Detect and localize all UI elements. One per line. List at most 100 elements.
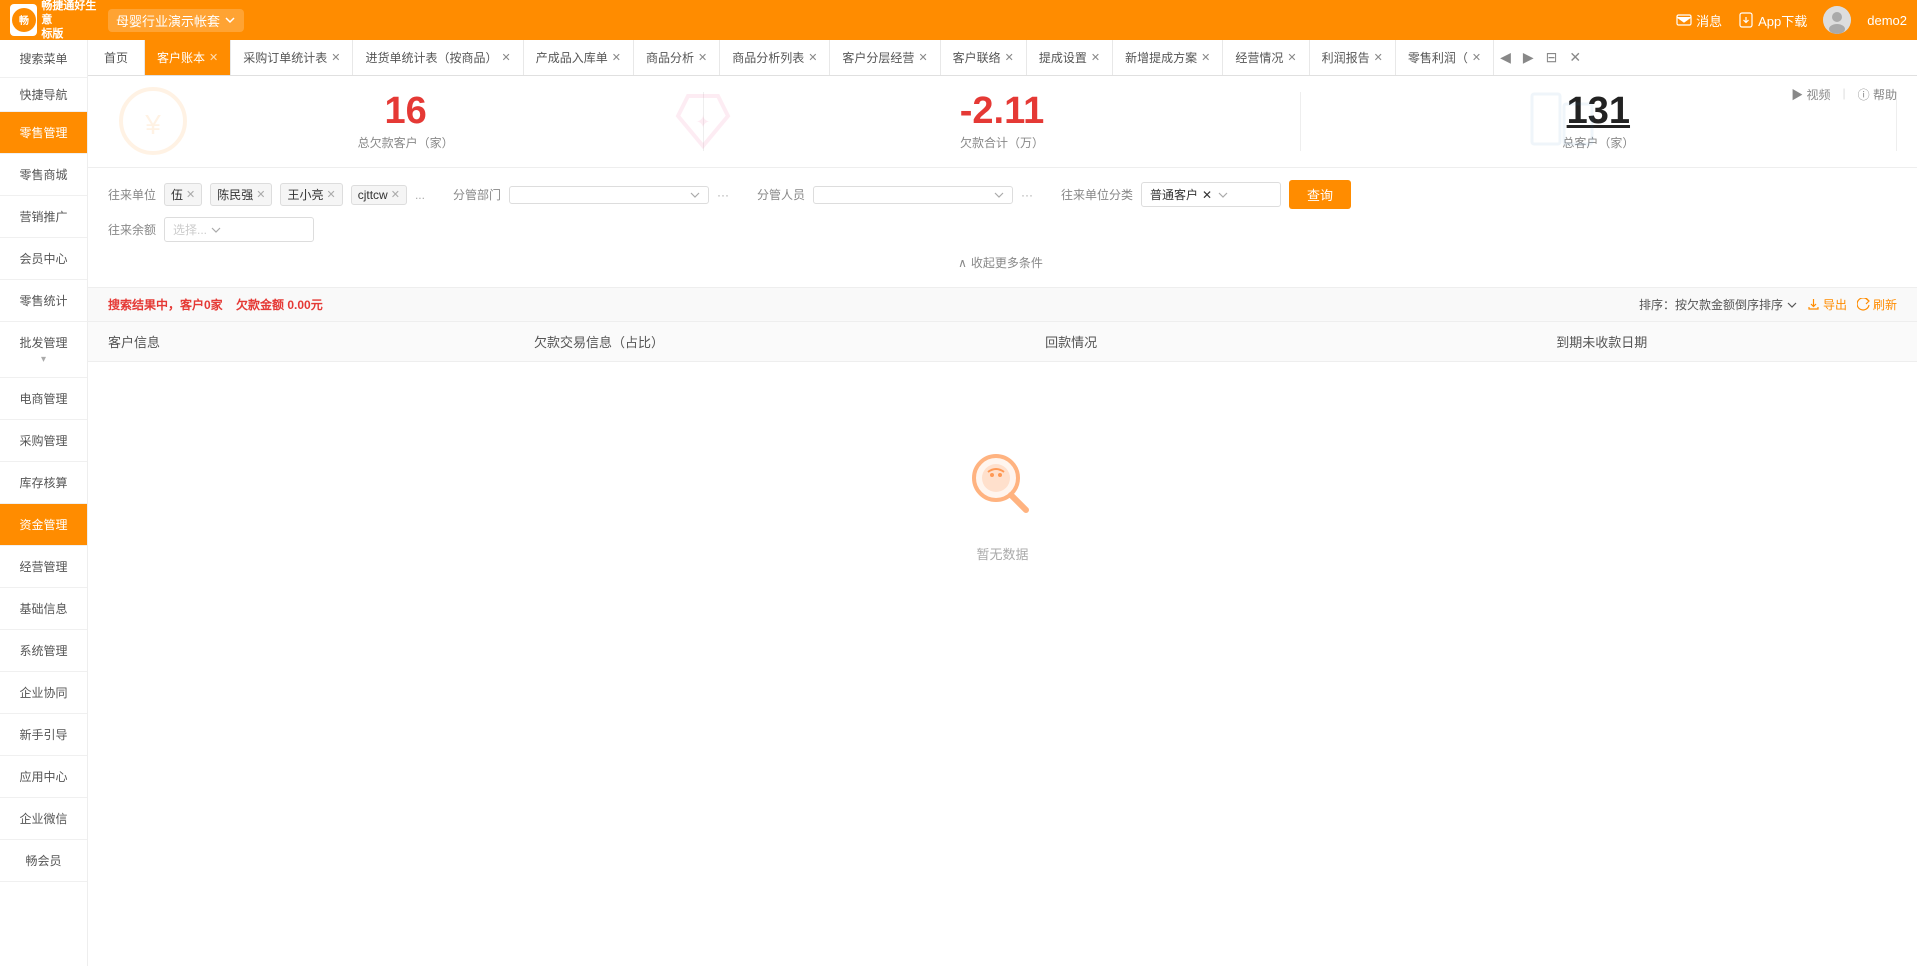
app-container: 畅 畅捷通好生意 标版 母婴行业演示帐套 消息 App下载 <box>0 0 1917 966</box>
remove-tag-2[interactable]: ✕ <box>327 188 336 201</box>
sidebar-item-inventory[interactable]: 库存核算 <box>0 462 87 504</box>
video-btn[interactable]: ▶ 视频 <box>1791 86 1830 103</box>
stats-help-area: ▶ 视频 | ⓘ 帮助 <box>1791 86 1897 103</box>
tab-purchase-order[interactable]: 采购订单统计表 ✕ <box>231 40 353 76</box>
top-bar-right: 消息 App下载 demo2 <box>1676 6 1907 34</box>
sidebar-search[interactable]: 搜索菜单 <box>0 40 87 78</box>
remove-tag-3[interactable]: ✕ <box>391 188 400 201</box>
tab-close-op[interactable]: ✕ <box>1287 51 1296 64</box>
sort-selector[interactable]: 排序：按欠款金额倒序排序 <box>1639 296 1797 313</box>
collapse-button[interactable]: ∧ 收起更多条件 <box>108 250 1897 275</box>
user-avatar[interactable] <box>1823 6 1851 34</box>
tab-new-raise-plan[interactable]: 新增提成方案 ✕ <box>1113 40 1223 76</box>
sidebar-item-member-center[interactable]: 会员中心 <box>0 238 87 280</box>
sidebar-item-enterprise-wechat[interactable]: 企业微信 <box>0 798 87 840</box>
filter-row-1: 往来单位 伍 ✕ 陈民强 ✕ 王小亮 ✕ cjttcw <box>108 180 1897 209</box>
tab-close-product-list[interactable]: ✕ <box>808 51 817 64</box>
col-header-customer: 客户信息 <box>108 332 534 351</box>
tab-nav-next[interactable]: ▶ <box>1517 49 1540 66</box>
tab-close-profit[interactable]: ✕ <box>1374 51 1383 64</box>
sidebar-item-system[interactable]: 系统管理 <box>0 630 87 672</box>
sidebar-item-ecommerce[interactable]: 电商管理 <box>0 378 87 420</box>
result-actions: 排序：按欠款金额倒序排序 导出 刷新 <box>1639 296 1897 313</box>
tab-home[interactable]: 首页 <box>88 40 145 76</box>
tab-close-inbound[interactable]: ✕ <box>502 51 511 64</box>
filter-tag-cjttcw: cjttcw ✕ <box>351 185 407 205</box>
tab-nav-list[interactable]: ⊟ <box>1540 49 1564 66</box>
account-selector[interactable]: 母婴行业演示帐套 <box>108 9 244 32</box>
sidebar-item-basic-info[interactable]: 基础信息 <box>0 588 87 630</box>
sidebar-item-retail-mgmt[interactable]: 零售管理 <box>0 112 87 154</box>
sidebar-item-vip[interactable]: 畅会员 <box>0 840 87 882</box>
result-bar: 搜索结果中，客户0家 欠款金额 0.00元 排序：按欠款金额倒序排序 导出 <box>88 288 1917 322</box>
branch-dept-select[interactable] <box>509 186 709 204</box>
unit-category-select[interactable]: 普通客户 ✕ <box>1141 182 1281 207</box>
tab-close-raise[interactable]: ✕ <box>1091 51 1100 64</box>
tab-retail-profit[interactable]: 零售利润（ ✕ <box>1396 40 1494 76</box>
table-header: 客户信息 欠款交易信息（占比） 回款情况 到期未收款日期 <box>88 322 1917 362</box>
tab-product-analysis[interactable]: 商品分析 ✕ <box>634 40 720 76</box>
remove-tag-1[interactable]: ✕ <box>256 188 265 201</box>
tab-cost-inbound[interactable]: 产成品入库单 ✕ <box>524 40 634 76</box>
sidebar-item-enterprise-coop[interactable]: 企业协同 <box>0 672 87 714</box>
tab-operation-status[interactable]: 经营情况 ✕ <box>1223 40 1309 76</box>
tab-close-purchase-order[interactable]: ✕ <box>331 51 340 64</box>
svg-text:¥: ¥ <box>144 109 161 140</box>
filter-more-tags[interactable]: ... <box>415 188 425 202</box>
sidebar-item-purchase[interactable]: 采购管理 <box>0 420 87 462</box>
result-info: 搜索结果中，客户0家 欠款金额 0.00元 <box>108 296 1639 313</box>
branch-dept-more[interactable]: ··· <box>717 188 729 202</box>
tab-close-customer-ledger[interactable]: ✕ <box>209 51 218 64</box>
sidebar-item-wholesale-mgmt[interactable]: 批发管理 ▾ <box>0 322 87 378</box>
query-button[interactable]: 查询 <box>1289 180 1351 209</box>
sidebar-item-retail-stats[interactable]: 零售统计 <box>0 280 87 322</box>
sidebar-item-new-guide[interactable]: 新手引导 <box>0 714 87 756</box>
remove-tag-0[interactable]: ✕ <box>186 188 195 201</box>
balance-label: 往来余额 <box>108 221 156 238</box>
tab-nav-prev[interactable]: ◀ <box>1494 49 1517 66</box>
sidebar-item-retail-mall[interactable]: 零售商城 <box>0 154 87 196</box>
tab-close-contact[interactable]: ✕ <box>1005 51 1014 64</box>
sidebar-item-operation[interactable]: 经营管理 <box>0 546 87 588</box>
stats-bar: ¥ ✦ 16 总欠款客户（家） -2.11 欠款合计（万） 131 <box>88 76 1917 168</box>
user-name[interactable]: demo2 <box>1867 13 1907 28</box>
tab-customer-ledger[interactable]: 客户账本 ✕ <box>145 40 231 76</box>
top-bar: 畅 畅捷通好生意 标版 母婴行业演示帐套 消息 App下载 <box>0 0 1917 40</box>
tab-close-retail[interactable]: ✕ <box>1472 51 1481 64</box>
tab-raise-settings[interactable]: 提成设置 ✕ <box>1027 40 1113 76</box>
stat-credit-customers: 16 总欠款客户（家） <box>108 92 704 151</box>
empty-text: 暂无数据 <box>976 544 1028 563</box>
tab-close-tier[interactable]: ✕ <box>918 51 927 64</box>
credit-customers-label: 总欠款客户（家） <box>358 134 454 151</box>
svg-text:✦: ✦ <box>695 112 710 132</box>
tab-customer-tier[interactable]: 客户分层经营 ✕ <box>830 40 940 76</box>
balance-input[interactable]: 选择... <box>164 217 314 242</box>
tab-customer-contact[interactable]: 客户联络 ✕ <box>941 40 1027 76</box>
help-btn[interactable]: ⓘ 帮助 <box>1858 86 1897 103</box>
sidebar-item-capital[interactable]: 资金管理 <box>0 504 87 546</box>
sidebar-item-marketing[interactable]: 营销推广 <box>0 196 87 238</box>
unit-category-label: 往来单位分类 <box>1061 186 1133 203</box>
refresh-btn[interactable]: 刷新 <box>1857 296 1897 313</box>
empty-icon <box>958 442 1048 532</box>
export-btn[interactable]: 导出 <box>1807 296 1847 313</box>
tab-inbound-stats[interactable]: 进货单统计表（按商品） ✕ <box>353 40 523 76</box>
logo-text: 畅捷通好生意 标版 <box>41 0 98 41</box>
tab-close-new-raise[interactable]: ✕ <box>1201 51 1210 64</box>
branch-person-more[interactable]: ··· <box>1021 188 1033 202</box>
tab-close-cost[interactable]: ✕ <box>612 51 621 64</box>
tab-close-product[interactable]: ✕ <box>698 51 707 64</box>
tab-profit-report[interactable]: 利润报告 ✕ <box>1310 40 1396 76</box>
col-header-repayment: 回款情况 <box>1045 332 1556 351</box>
affiliated-unit-label: 往来单位 <box>108 186 156 203</box>
remove-category[interactable]: ✕ <box>1202 188 1212 202</box>
sidebar-item-app-center[interactable]: 应用中心 <box>0 756 87 798</box>
sidebar-quick-nav[interactable]: 快捷导航 <box>0 78 87 112</box>
app-download-btn[interactable]: App下载 <box>1738 11 1807 30</box>
filter-tag-chenminqiang: 陈民强 ✕ <box>210 183 272 206</box>
tab-product-list[interactable]: 商品分析列表 ✕ <box>720 40 830 76</box>
branch-person-select[interactable] <box>813 186 1013 204</box>
tab-close-all[interactable]: ✕ <box>1563 49 1587 66</box>
message-btn[interactable]: 消息 <box>1676 11 1722 30</box>
sidebar: 搜索菜单 快捷导航 零售管理 零售商城 营销推广 会员中心 零售统计 批发管理 … <box>0 40 88 966</box>
